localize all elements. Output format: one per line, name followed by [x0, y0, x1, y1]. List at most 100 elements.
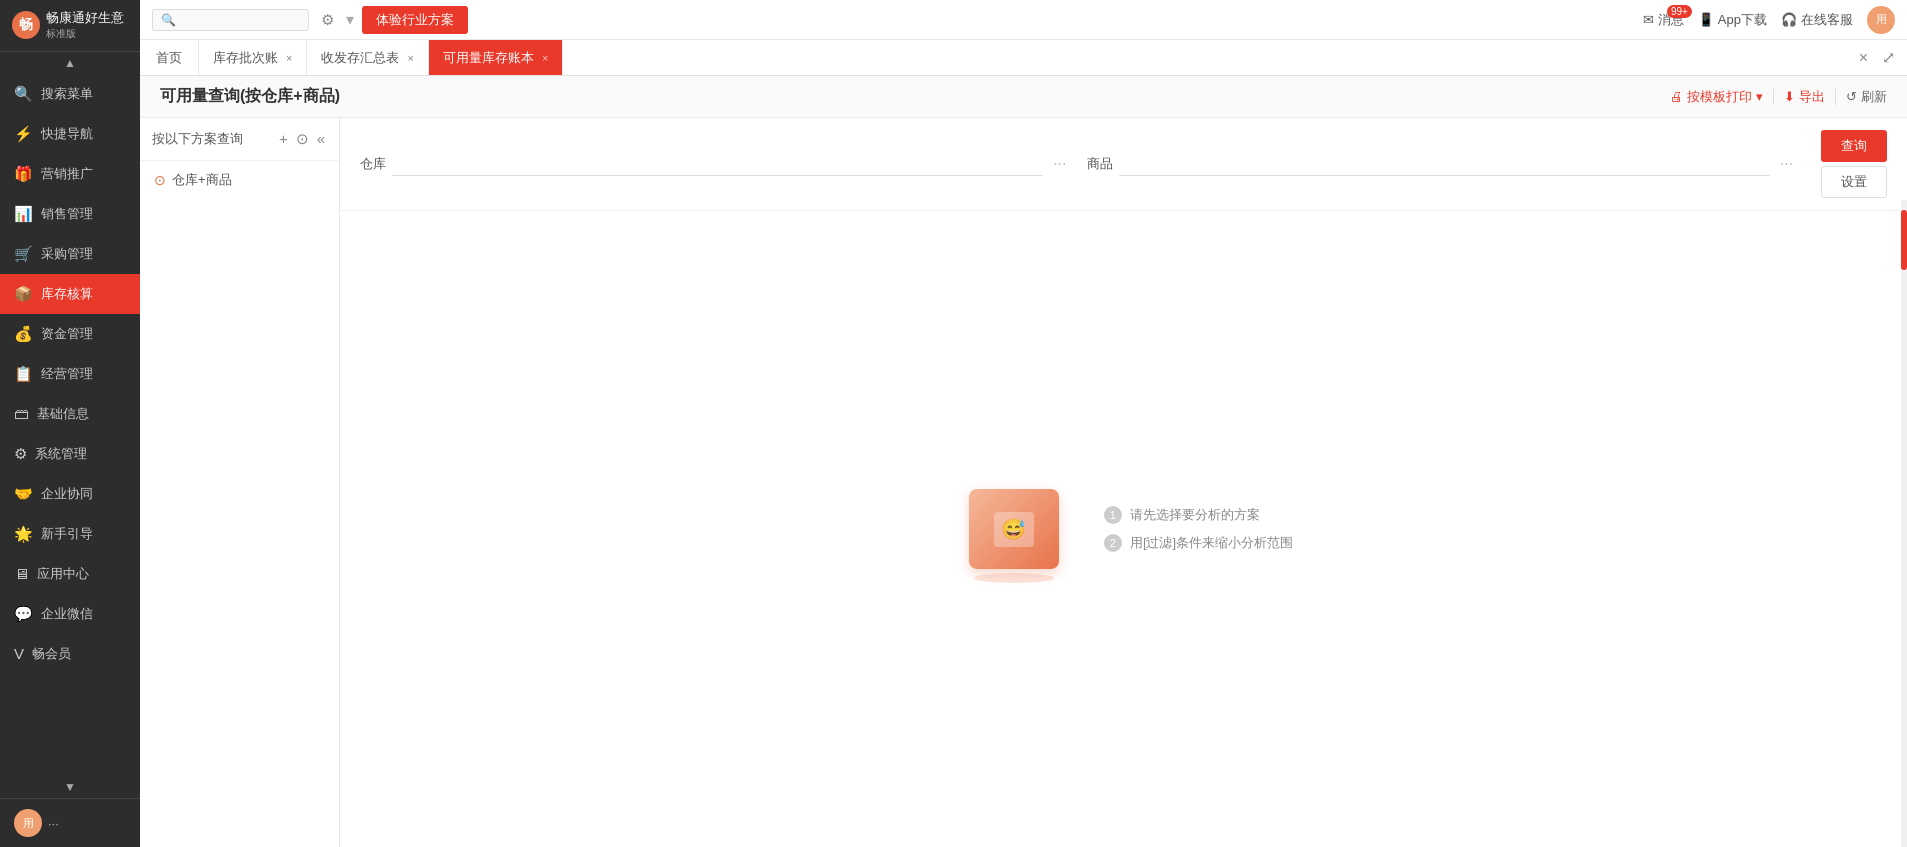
right-scrollbar[interactable] [1901, 200, 1907, 847]
tab-available-ledger[interactable]: 可用量库存账本 × [429, 40, 563, 75]
query-area: 仓库 ··· 商品 ··· 查询 设置 😅 [340, 118, 1907, 847]
sidebar-item-inventory-label: 库存核算 [41, 285, 93, 303]
settings-gear-icon[interactable]: ⚙ [317, 7, 338, 33]
scheme-panel-header: 按以下方案查询 + ⊙ « [140, 118, 339, 161]
sidebar-item-search[interactable]: 🔍 搜索菜单 [0, 74, 140, 114]
sidebar-item-inventory[interactable]: 📦 库存核算 [0, 274, 140, 314]
warehouse-label: 仓库 [360, 155, 386, 173]
scheme-collapse-icon[interactable]: « [315, 128, 327, 150]
scheme-header-label: 按以下方案查询 [152, 130, 243, 148]
sidebar-item-enterprise-label: 企业协同 [41, 485, 93, 503]
scheme-item-warehouse-product[interactable]: ⊙ 仓库+商品 [140, 161, 339, 199]
sidebar-item-wechat[interactable]: 💬 企业微信 [0, 594, 140, 634]
export-icon: ⬇ [1784, 89, 1795, 104]
refresh-button[interactable]: ↺ 刷新 [1846, 88, 1887, 106]
print-icon: 🖨 [1670, 89, 1683, 104]
divider [1773, 89, 1774, 105]
tab-available-ledger-close[interactable]: × [542, 52, 548, 64]
sidebar-item-system[interactable]: ⚙ 系统管理 [0, 434, 140, 474]
sidebar-item-system-label: 系统管理 [35, 445, 87, 463]
sidebar-item-finance[interactable]: 💰 资金管理 [0, 314, 140, 354]
tab-batch-account-close[interactable]: × [286, 52, 292, 64]
main-content: 🔍 ⚙ ▾ 体验行业方案 ✉ 消息 99+ 📱 App下载 🎧 在线客服 用 [140, 0, 1907, 847]
export-button[interactable]: ⬇ 导出 [1784, 88, 1825, 106]
sidebar-item-basic[interactable]: 🗃 基础信息 [0, 394, 140, 434]
sidebar-scroll-up[interactable]: ▲ [0, 52, 140, 74]
tip-text-2: 用[过滤]条件来缩小分析范围 [1130, 534, 1293, 552]
empty-box-face: 😅 [994, 512, 1034, 547]
app-name: 畅康通好生意 [46, 10, 124, 27]
sidebar-item-purchase-label: 采购管理 [41, 245, 93, 263]
topbar-search-box[interactable]: 🔍 [152, 9, 309, 31]
sidebar-item-newbie-label: 新手引导 [41, 525, 93, 543]
topbar-user-avatar[interactable]: 用 [1867, 6, 1895, 34]
system-icon: ⚙ [14, 445, 27, 463]
tab-batch-account-label: 库存批次账 [213, 49, 278, 67]
sidebar-scroll-down[interactable]: ▼ [0, 776, 140, 798]
purchase-icon: 🛒 [14, 245, 33, 263]
search-input[interactable] [180, 13, 300, 27]
settings-button[interactable]: 设置 [1821, 166, 1887, 198]
tabs-right-actions: × ⤢ [1855, 46, 1907, 69]
app-version: 标准版 [46, 27, 124, 41]
query-button[interactable]: 查询 [1821, 130, 1887, 162]
sidebar-item-operations[interactable]: 📋 经营管理 [0, 354, 140, 394]
sidebar-item-shortcut[interactable]: ⚡ 快捷导航 [0, 114, 140, 154]
sidebar-bottom-user[interactable]: 用 ··· [0, 798, 140, 847]
tab-home[interactable]: 首页 [140, 40, 199, 75]
scheme-settings-icon[interactable]: ⊙ [294, 128, 311, 150]
product-filter-group: 商品 ··· [1087, 152, 1798, 176]
product-more-icon[interactable]: ··· [1776, 155, 1797, 173]
sidebar-item-sales[interactable]: 📊 销售管理 [0, 194, 140, 234]
sidebar-item-newbie[interactable]: 🌟 新手引导 [0, 514, 140, 554]
print-label: 按模板打印 [1687, 88, 1752, 106]
tab-batch-account[interactable]: 库存批次账 × [199, 40, 307, 75]
tab-expand-button[interactable]: ⤢ [1878, 46, 1899, 69]
logo-icon: 畅 [12, 11, 40, 39]
page-title: 可用量查询(按仓库+商品) [160, 86, 340, 107]
sidebar-item-sales-label: 销售管理 [41, 205, 93, 223]
sidebar-item-shortcut-label: 快捷导航 [41, 125, 93, 143]
tab-receive-summary-label: 收发存汇总表 [321, 49, 399, 67]
refresh-label: 刷新 [1861, 88, 1887, 106]
sidebar-item-wechat-label: 企业微信 [41, 605, 93, 623]
online-service-button[interactable]: 🎧 在线客服 [1781, 11, 1853, 29]
sidebar-item-purchase[interactable]: 🛒 采购管理 [0, 234, 140, 274]
inventory-icon: 📦 [14, 285, 33, 303]
headset-icon: 🎧 [1781, 12, 1797, 27]
scheme-item-icon: ⊙ [154, 172, 166, 188]
product-input[interactable] [1119, 152, 1770, 176]
divider2 [1835, 89, 1836, 105]
messages-button[interactable]: ✉ 消息 99+ [1643, 11, 1684, 29]
shortcut-icon: ⚡ [14, 125, 33, 143]
sidebar-item-app-center[interactable]: 🖥 应用中心 [0, 554, 140, 594]
warehouse-input[interactable] [392, 152, 1043, 176]
member-icon: V [14, 645, 24, 662]
sidebar-nav: 🔍 搜索菜单 ⚡ 快捷导航 🎁 营销推广 📊 销售管理 🛒 采购管理 📦 库存核… [0, 74, 140, 776]
content-area: 按以下方案查询 + ⊙ « ⊙ 仓库+商品 仓库 ··· [140, 118, 1907, 847]
app-download-button[interactable]: 📱 App下载 [1698, 11, 1767, 29]
tab-home-label: 首页 [156, 49, 182, 67]
tab-receive-summary[interactable]: 收发存汇总表 × [307, 40, 428, 75]
online-service-label: 在线客服 [1801, 11, 1853, 29]
scheme-add-icon[interactable]: + [277, 128, 290, 150]
tab-receive-summary-close[interactable]: × [407, 52, 413, 64]
empty-box-graphic: 😅 [969, 489, 1059, 569]
sidebar-item-member[interactable]: V 畅会员 [0, 634, 140, 674]
tab-close-button[interactable]: × [1855, 47, 1872, 69]
chevron-down-icon[interactable]: ▾ [346, 10, 354, 29]
app-center-icon: 🖥 [14, 565, 29, 582]
newbie-icon: 🌟 [14, 525, 33, 543]
empty-tip-2: 2 用[过滤]条件来缩小分析范围 [1104, 534, 1293, 552]
sidebar-item-enterprise[interactable]: 🤝 企业协同 [0, 474, 140, 514]
industry-solution-button[interactable]: 体验行业方案 [362, 6, 468, 34]
sidebar: 畅 畅康通好生意 标准版 ▲ 🔍 搜索菜单 ⚡ 快捷导航 🎁 营销推广 📊 销售… [0, 0, 140, 847]
warehouse-more-icon[interactable]: ··· [1049, 155, 1070, 173]
tip-text-1: 请先选择要分析的方案 [1130, 506, 1260, 524]
sidebar-item-operations-label: 经营管理 [41, 365, 93, 383]
phone-icon: 📱 [1698, 12, 1714, 27]
tip-num-1: 1 [1104, 506, 1122, 524]
print-button[interactable]: 🖨 按模板打印 ▾ [1670, 88, 1763, 106]
sidebar-item-marketing[interactable]: 🎁 营销推广 [0, 154, 140, 194]
product-label: 商品 [1087, 155, 1113, 173]
